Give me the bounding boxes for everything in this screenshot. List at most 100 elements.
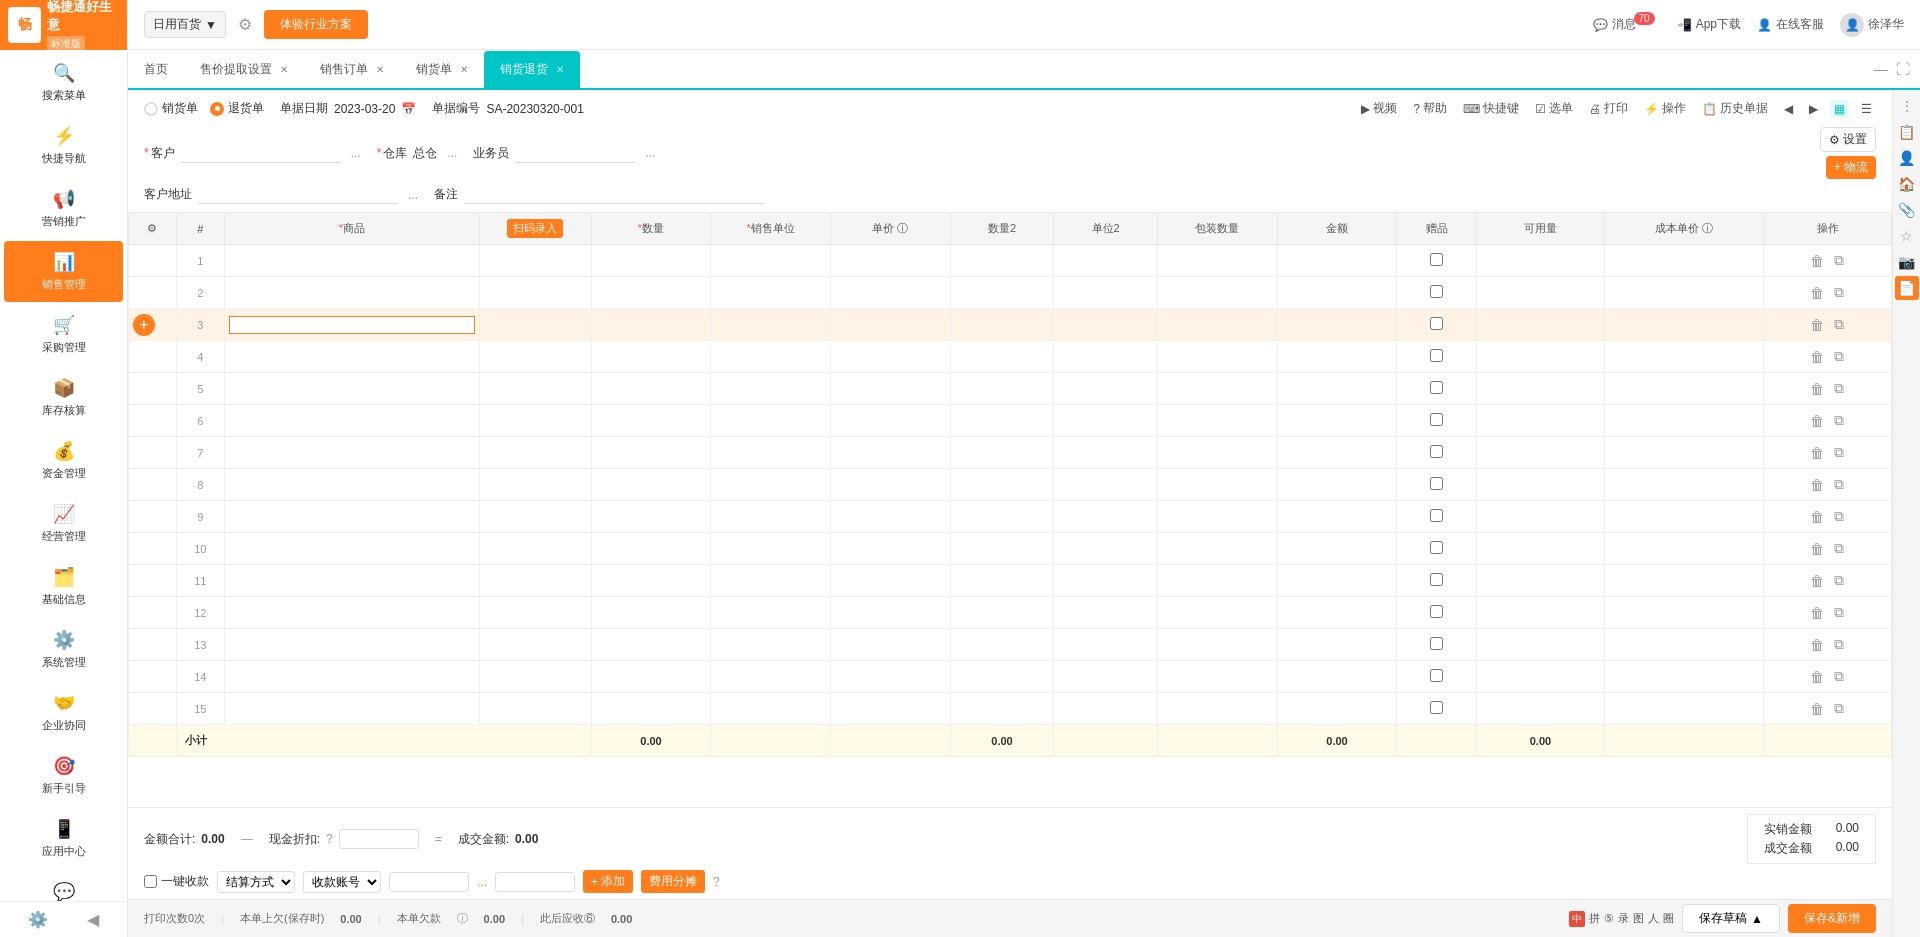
sale-unit-cell[interactable]	[711, 341, 831, 373]
quantity-cell[interactable]	[591, 277, 711, 309]
calc-method-select[interactable]: 结算方式	[217, 871, 295, 893]
copy-btn[interactable]: ⧉	[1830, 412, 1848, 430]
amount-cell[interactable]	[1277, 693, 1397, 725]
add-payment-btn[interactable]: + 添加	[583, 870, 633, 893]
th-scan[interactable]: 扫码录入	[479, 213, 591, 245]
add-logistics-btn[interactable]: + 物流	[1826, 156, 1876, 179]
package-qty-cell[interactable]	[1158, 437, 1278, 469]
address-input[interactable]	[198, 185, 398, 204]
gift-cell[interactable]	[1397, 661, 1477, 693]
unit2-cell[interactable]	[1054, 597, 1158, 629]
radio-sale-goods[interactable]: 销货单	[144, 100, 198, 117]
available-cell[interactable]	[1477, 533, 1605, 565]
package-qty-cell[interactable]	[1158, 597, 1278, 629]
rp-btn-4[interactable]: 🏠	[1895, 172, 1919, 196]
prev-btn[interactable]: ◀	[1780, 100, 1797, 118]
unit-price-cell[interactable]	[830, 693, 950, 725]
gift-cell[interactable]	[1397, 341, 1477, 373]
quantity2-cell[interactable]	[950, 405, 1054, 437]
discount-help-icon[interactable]: ?	[326, 832, 333, 846]
rp-btn-7[interactable]: 📷	[1895, 250, 1919, 274]
unit2-cell[interactable]	[1054, 629, 1158, 661]
unit2-cell[interactable]	[1054, 245, 1158, 277]
gift-checkbox[interactable]	[1430, 253, 1443, 266]
quantity2-cell[interactable]	[950, 597, 1054, 629]
available-cell[interactable]	[1477, 277, 1605, 309]
cost-unit-cell[interactable]	[1604, 533, 1764, 565]
gift-cell[interactable]	[1397, 309, 1477, 341]
product-cell[interactable]	[224, 533, 479, 565]
package-qty-cell[interactable]	[1158, 245, 1278, 277]
amount-cell[interactable]	[1277, 565, 1397, 597]
video-btn[interactable]: ▶ 视频	[1357, 98, 1401, 119]
tab-sale-return-close[interactable]: ✕	[556, 64, 564, 75]
package-qty-cell[interactable]	[1158, 405, 1278, 437]
sidebar-item-wechat[interactable]: 💬 企业微信	[4, 871, 123, 901]
quantity2-cell[interactable]	[950, 533, 1054, 565]
product-cell[interactable]	[224, 277, 479, 309]
quantity-cell[interactable]	[591, 309, 711, 341]
delete-btn[interactable]: 🗑	[1808, 380, 1826, 398]
quantity2-cell[interactable]	[950, 629, 1054, 661]
customer-input[interactable]	[181, 144, 341, 163]
warehouse-more-btn[interactable]: ...	[447, 146, 457, 160]
sidebar-settings-btn[interactable]: ⚙️	[28, 910, 48, 929]
sale-unit-cell[interactable]	[711, 661, 831, 693]
amount-cell[interactable]	[1277, 597, 1397, 629]
available-cell[interactable]	[1477, 341, 1605, 373]
product-cell[interactable]	[224, 661, 479, 693]
one-click-checkbox[interactable]	[144, 875, 157, 888]
gift-checkbox[interactable]	[1430, 477, 1443, 490]
copy-btn[interactable]: ⧉	[1830, 348, 1848, 366]
product-cell[interactable]	[224, 565, 479, 597]
remark-input[interactable]	[464, 185, 764, 204]
tab-sale-return[interactable]: 销货退货 ✕	[484, 51, 580, 90]
maximize-btn[interactable]: ⛶	[1894, 59, 1912, 79]
tab-sale-goods-close[interactable]: ✕	[460, 64, 468, 75]
unit-price-cell[interactable]	[830, 437, 950, 469]
product-input[interactable]	[229, 316, 475, 334]
gift-cell[interactable]	[1397, 245, 1477, 277]
quantity-cell[interactable]	[591, 661, 711, 693]
amount-cell[interactable]	[1277, 341, 1397, 373]
gift-checkbox[interactable]	[1430, 701, 1443, 714]
fee-split-btn[interactable]: 费用分摊	[641, 870, 705, 893]
sidebar-item-marketing[interactable]: 📢 营销推广	[4, 178, 123, 239]
delete-btn[interactable]: 🗑	[1808, 572, 1826, 590]
operation-btn[interactable]: ⚡ 操作	[1640, 98, 1690, 119]
available-cell[interactable]	[1477, 661, 1605, 693]
rp-btn-6[interactable]: ☆	[1895, 224, 1919, 248]
unit2-cell[interactable]	[1054, 437, 1158, 469]
gift-cell[interactable]	[1397, 501, 1477, 533]
product-cell[interactable]	[224, 469, 479, 501]
tab-sale-order[interactable]: 销售订单 ✕	[304, 51, 400, 90]
quantity2-cell[interactable]	[950, 501, 1054, 533]
sale-unit-cell[interactable]	[711, 373, 831, 405]
rp-btn-2[interactable]: 📋	[1895, 120, 1919, 144]
sale-unit-cell[interactable]	[711, 501, 831, 533]
sale-unit-cell[interactable]	[711, 565, 831, 597]
unit2-cell[interactable]	[1054, 533, 1158, 565]
product-cell[interactable]	[224, 629, 479, 661]
gift-cell[interactable]	[1397, 533, 1477, 565]
amount-cell[interactable]	[1277, 661, 1397, 693]
gift-checkbox[interactable]	[1430, 669, 1443, 682]
copy-btn[interactable]: ⧉	[1830, 668, 1848, 686]
amount-cell[interactable]	[1277, 437, 1397, 469]
sidebar-item-finance[interactable]: 💰 资金管理	[4, 430, 123, 491]
cost-unit-cell[interactable]	[1604, 405, 1764, 437]
delete-btn[interactable]: 🗑	[1808, 604, 1826, 622]
cost-unit-cell[interactable]	[1604, 597, 1764, 629]
quantity2-cell[interactable]	[950, 277, 1054, 309]
gift-cell[interactable]	[1397, 597, 1477, 629]
product-cell[interactable]	[224, 245, 479, 277]
sidebar-item-basic[interactable]: 🗂️ 基础信息	[4, 556, 123, 617]
package-qty-cell[interactable]	[1158, 309, 1278, 341]
quantity-cell[interactable]	[591, 629, 711, 661]
available-cell[interactable]	[1477, 597, 1605, 629]
unit-price-cell[interactable]	[830, 597, 950, 629]
account-more-btn[interactable]: ...	[477, 875, 487, 889]
gift-cell[interactable]	[1397, 629, 1477, 661]
package-qty-cell[interactable]	[1158, 373, 1278, 405]
amount-cell[interactable]	[1277, 245, 1397, 277]
